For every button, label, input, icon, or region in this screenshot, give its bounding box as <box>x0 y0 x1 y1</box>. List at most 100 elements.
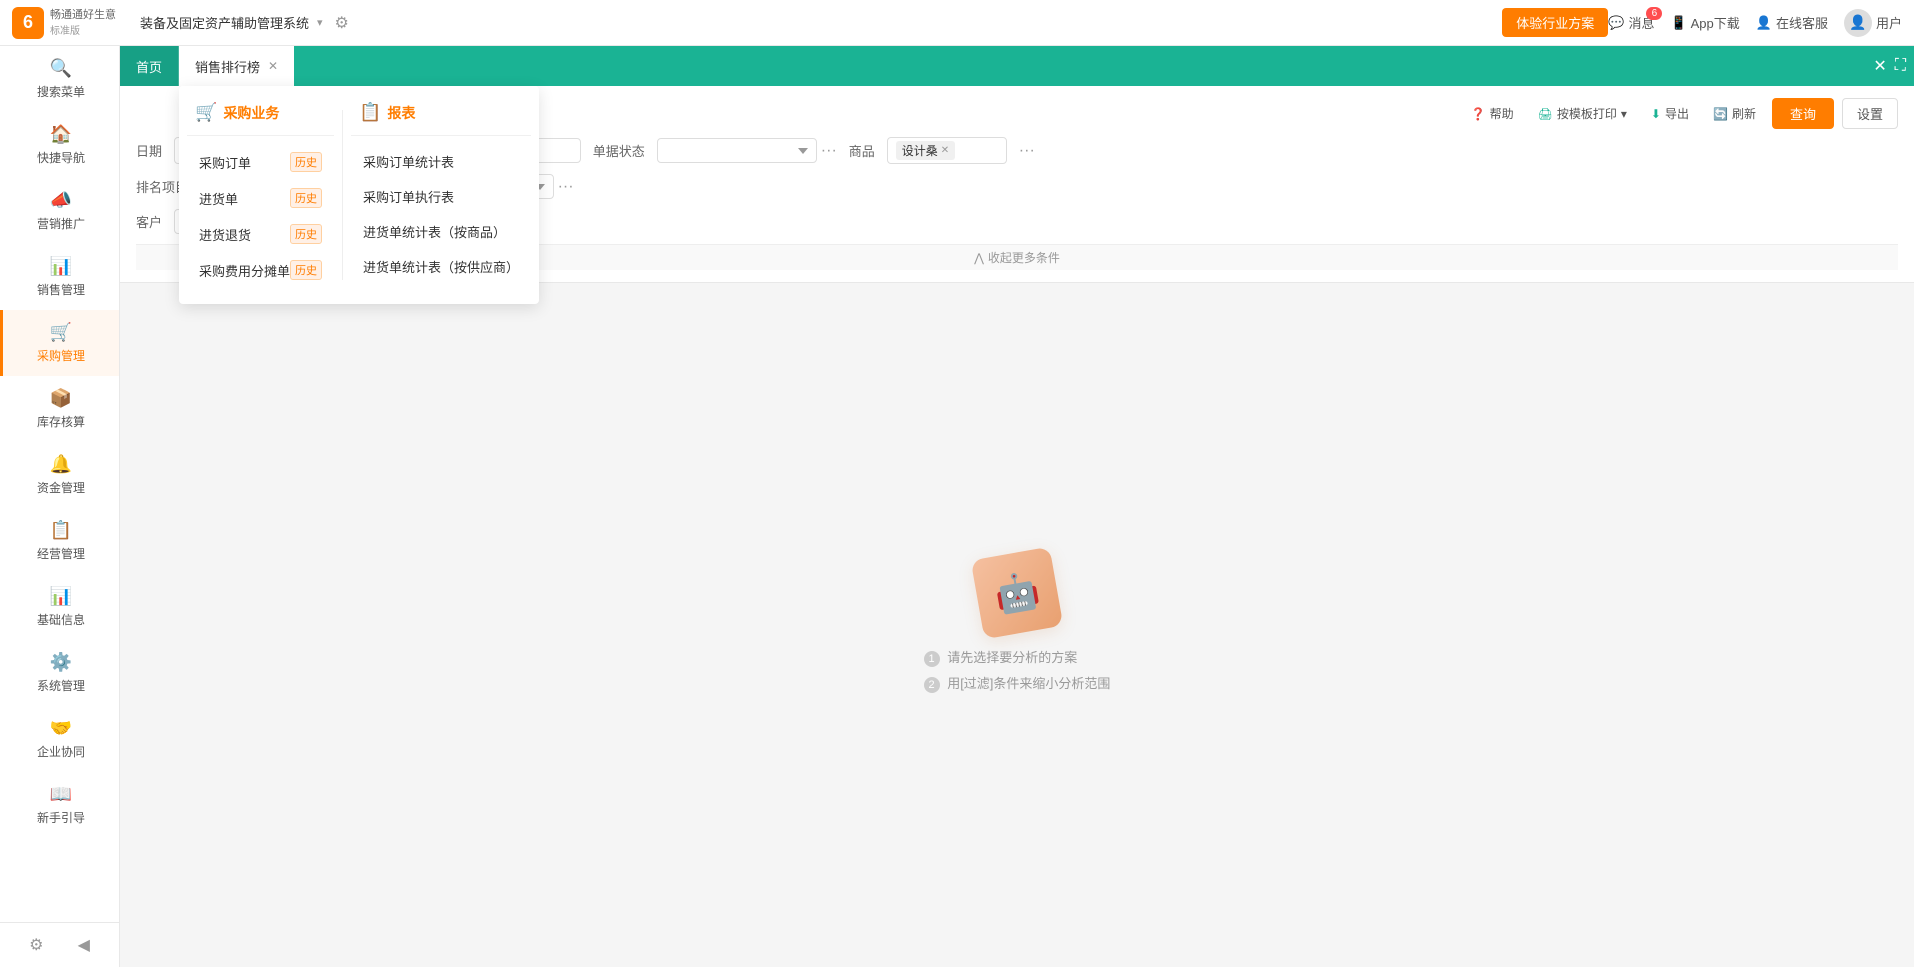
sidebar-label-system: 系统管理 <box>37 677 85 694</box>
settings-button[interactable]: 设置 <box>1842 98 1898 129</box>
tab-sales-rank[interactable]: 销售排行榜 ✕ 🛒 采购业务 采购订单 历史 进货单 <box>179 46 294 86</box>
tab-sales-rank-label: 销售排行榜 <box>195 57 260 76</box>
purchase-order-hist: 历史 <box>290 152 322 172</box>
purchase-col-icon: 🛒 <box>195 102 217 123</box>
marketing-icon: 📣 <box>50 190 72 211</box>
app-download-label: App下载 <box>1691 13 1740 32</box>
dropdown-item-goods-receipt[interactable]: 进货单 历史 <box>187 180 334 216</box>
sidebar-item-operation[interactable]: 📋 经营管理 <box>0 508 119 574</box>
sidebar-bottom: ⚙ ◀ <box>0 922 119 967</box>
empty-text-area: 1 请先选择要分析的方案 2 用[过滤]条件来缩小分析范围 <box>924 645 1111 697</box>
purchase-dropdown: 🛒 采购业务 采购订单 历史 进货单 历史 进货退货 <box>179 86 539 304</box>
logo-badge: 标准版 <box>50 22 116 37</box>
voucher-status-label: 单据状态 <box>593 141 645 160</box>
dropdown-item-order-exec[interactable]: 采购订单执行表 <box>351 179 531 214</box>
export-label: 导出 <box>1665 105 1689 122</box>
tab-home[interactable]: 首页 <box>120 46 179 86</box>
baseinfo-icon: 📊 <box>50 586 72 607</box>
sidebar-label-purchase: 采购管理 <box>37 347 85 364</box>
system-icon: ⚙️ <box>50 652 72 673</box>
tab-bar: 首页 销售排行榜 ✕ 🛒 采购业务 采购订单 历史 <box>120 46 1914 86</box>
sidebar-label-operation: 经营管理 <box>37 545 85 562</box>
sidebar-collapse-btn[interactable]: ◀ <box>78 935 90 955</box>
guide-icon: 📖 <box>50 784 72 805</box>
top-bar: 6 畅通通好生意 标准版 装备及固定资产辅助管理系统 ▾ ⚙ 体验行业方案 💬 … <box>0 0 1914 46</box>
help-label: 帮助 <box>1490 105 1514 122</box>
tab-close-all-icon[interactable]: ✕ <box>1873 56 1886 76</box>
system-title: 装备及固定资产辅助管理系统 ▾ ⚙ <box>132 13 1494 33</box>
dropdown-item-goods-stat-goods[interactable]: 进货单统计表（按商品） <box>351 214 531 249</box>
home-icon: 🏠 <box>50 124 72 145</box>
return-label: 进货退货 <box>199 225 251 244</box>
tab-home-label: 首页 <box>136 57 162 76</box>
goods-label: 商品 <box>849 141 875 160</box>
sidebar-item-system[interactable]: ⚙️ 系统管理 <box>0 640 119 706</box>
logo-icon: 6 <box>12 7 44 39</box>
goods-tag-input[interactable]: 设计桑 ✕ <box>887 137 1007 164</box>
online-service-item[interactable]: 👤 在线客服 <box>1756 13 1828 32</box>
goods-stat-supplier-label: 进货单统计表（按供应商） <box>363 257 519 276</box>
dropdown-item-order-stat[interactable]: 采购订单统计表 <box>351 144 531 179</box>
app-download-item[interactable]: 📱 App下载 <box>1670 13 1739 32</box>
report-col-title: 📋 报表 <box>351 102 531 136</box>
goods-ellipsis[interactable]: ··· <box>1019 142 1035 160</box>
message-icon: 💬 <box>1608 15 1624 31</box>
finance-icon: 🔔 <box>50 454 72 475</box>
sidebar-item-guide[interactable]: 📖 新手引导 <box>0 772 119 838</box>
sidebar-label-sales: 销售管理 <box>37 281 85 298</box>
voucher-status-ellipsis[interactable]: ··· <box>821 142 837 160</box>
purchase-col-title: 🛒 采购业务 <box>187 102 334 136</box>
help-btn[interactable]: ❓ 帮助 <box>1463 101 1522 126</box>
return-hist: 历史 <box>290 224 322 244</box>
goods-tag-close[interactable]: ✕ <box>941 145 949 156</box>
step1-num: 1 <box>924 651 940 667</box>
logo-text: 畅通通好生意 <box>50 8 116 22</box>
order-exec-label: 采购订单执行表 <box>363 187 454 206</box>
dropdown-item-goods-stat-supplier[interactable]: 进货单统计表（按供应商） <box>351 249 531 284</box>
dropdown-item-purchase-order[interactable]: 采购订单 历史 <box>187 144 334 180</box>
tab-maximize-icon[interactable]: ⛶ <box>1895 57 1906 75</box>
user-item[interactable]: 👤 用户 <box>1844 9 1902 37</box>
sidebar-item-cooperation[interactable]: 🤝 企业协同 <box>0 706 119 772</box>
sidebar-item-inventory[interactable]: 📦 库存核算 <box>0 376 119 442</box>
sidebar-item-search[interactable]: 🔍 搜索菜单 <box>0 46 119 112</box>
empty-robot-icon: 🤖 <box>971 547 1064 640</box>
dropdown-item-expense[interactable]: 采购费用分摊单 历史 <box>187 252 334 288</box>
print-template-btn[interactable]: 🖨 按模板打印 ▾ <box>1530 101 1635 126</box>
avatar: 👤 <box>1844 9 1872 37</box>
system-settings-icon[interactable]: ⚙ <box>335 13 349 33</box>
expense-label: 采购费用分摊单 <box>199 261 290 280</box>
sidebar-item-quick[interactable]: 🏠 快捷导航 <box>0 112 119 178</box>
sidebar-settings-btn[interactable]: ⚙ <box>29 935 43 955</box>
purchase-col: 🛒 采购业务 采购订单 历史 进货单 历史 进货退货 <box>179 102 342 288</box>
voucher-status-select[interactable] <box>657 138 817 163</box>
dropdown-item-return[interactable]: 进货退货 历史 <box>187 216 334 252</box>
messages-item[interactable]: 💬 消息 6 <box>1608 13 1654 32</box>
sidebar-item-marketing[interactable]: 📣 营销推广 <box>0 178 119 244</box>
industry-button[interactable]: 体验行业方案 <box>1502 8 1608 37</box>
sidebar-label-quick: 快捷导航 <box>37 149 85 166</box>
refresh-btn[interactable]: 🔄 刷新 <box>1705 101 1764 126</box>
goods-tag-text: 设计桑 <box>902 142 938 159</box>
search-icon: 🔍 <box>50 58 72 79</box>
query-button[interactable]: 查询 <box>1772 98 1834 129</box>
top-right: 💬 消息 6 📱 App下载 👤 在线客服 👤 用户 <box>1608 9 1902 37</box>
staff-ellipsis[interactable]: ··· <box>558 178 574 196</box>
sidebar-item-finance[interactable]: 🔔 资金管理 <box>0 442 119 508</box>
sidebar-label-search: 搜索菜单 <box>37 83 85 100</box>
inventory-icon: 📦 <box>50 388 72 409</box>
system-title-arrow[interactable]: ▾ <box>317 16 323 29</box>
print-label: 按模板打印 <box>1557 105 1617 122</box>
sidebar-item-purchase[interactable]: 🛒 采购管理 <box>0 310 119 376</box>
customer-label: 客户 <box>136 212 162 231</box>
help-icon: ❓ <box>1471 107 1486 121</box>
service-icon: 👤 <box>1756 15 1772 31</box>
empty-step2: 2 用[过滤]条件来缩小分析范围 <box>924 671 1111 697</box>
sidebar-item-sales[interactable]: 📊 销售管理 <box>0 244 119 310</box>
export-btn[interactable]: ⬇ 导出 <box>1643 101 1697 126</box>
tab-close-icon[interactable]: ✕ <box>268 59 278 73</box>
sidebar-item-baseinfo[interactable]: 📊 基础信息 <box>0 574 119 640</box>
content-area: 首页 销售排行榜 ✕ 🛒 采购业务 采购订单 历史 <box>120 46 1914 967</box>
sidebar-label-marketing: 营销推广 <box>37 215 85 232</box>
sidebar-label-guide: 新手引导 <box>37 809 85 826</box>
